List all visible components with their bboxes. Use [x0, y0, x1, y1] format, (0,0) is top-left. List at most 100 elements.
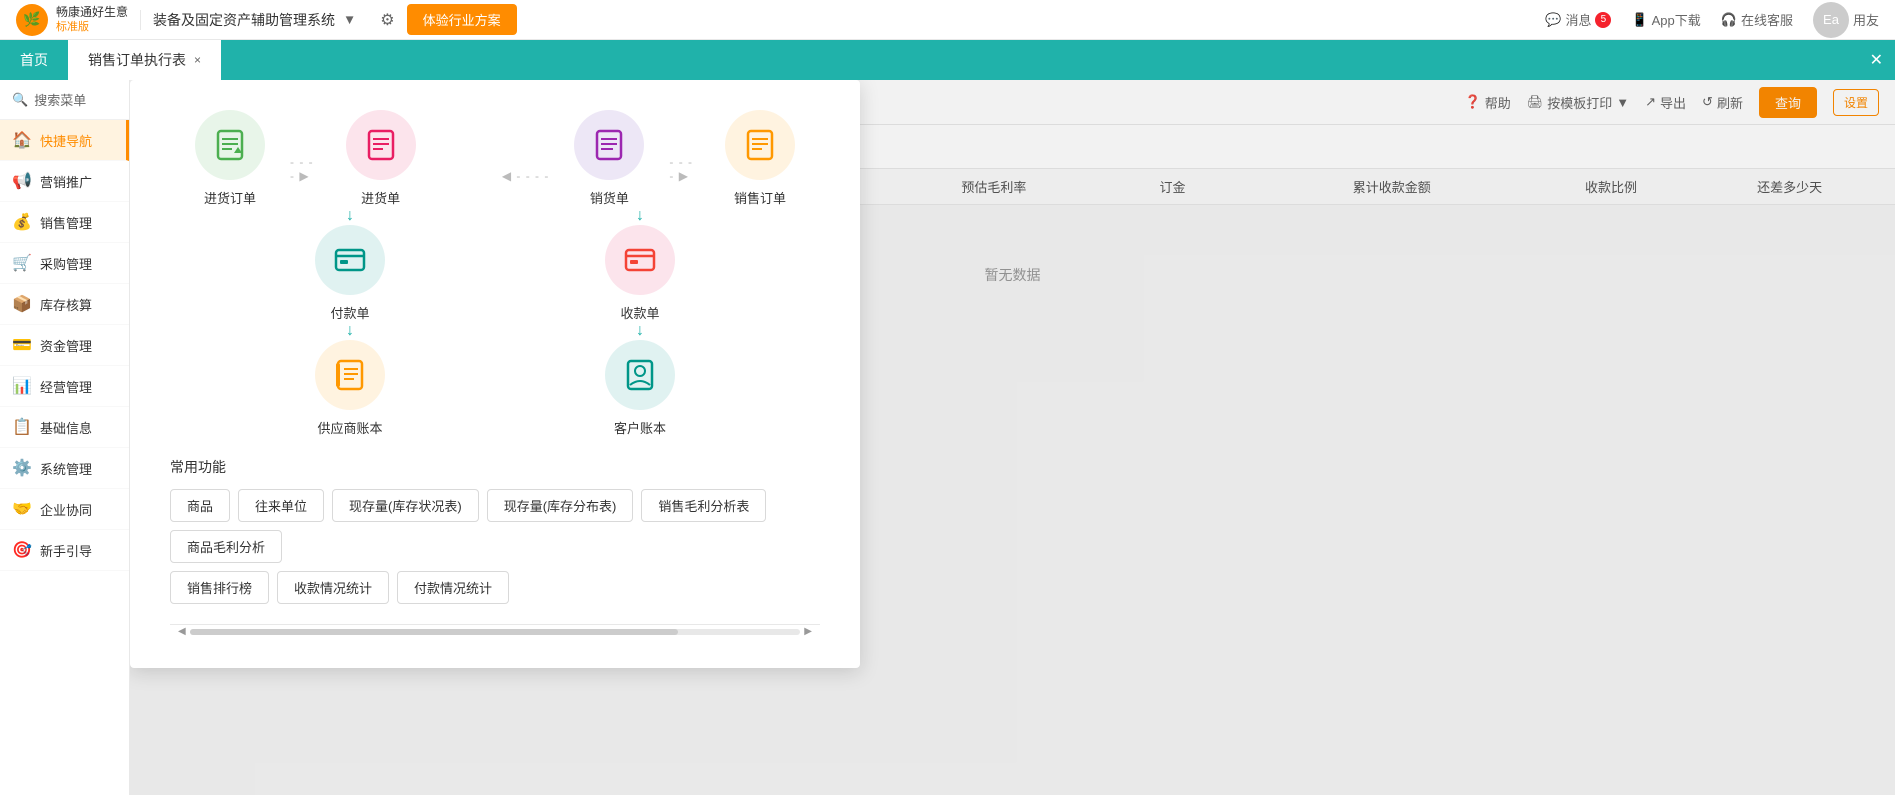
arrow-right-1: - - - - ▶ — [290, 155, 321, 207]
func-buttons-row2: 销售排行榜 收款情况统计 付款情况统计 — [170, 571, 820, 604]
search-menu-button[interactable]: 🔍 搜索菜单 — [0, 80, 129, 120]
try-industry-button[interactable]: 体验行业方案 — [407, 4, 517, 35]
sales-icon: 💰 — [12, 212, 32, 232]
avatar: Ea — [1813, 2, 1849, 38]
sales-order-icon — [725, 110, 795, 180]
arrow-down-sales: ↓ — [580, 207, 700, 225]
arrow-down-purchase: ↓ — [290, 207, 410, 225]
tab-close-button[interactable]: × — [194, 53, 201, 67]
sidebar-item-sales[interactable]: 💰 销售管理 — [0, 202, 129, 243]
app-download-button[interactable]: 📱 App下载 — [1631, 10, 1700, 29]
func-stock-dist-button[interactable]: 现存量(库存分布表) — [487, 489, 634, 522]
flow-node-customer-ledger[interactable]: 客户账本 — [580, 340, 700, 437]
tab-home[interactable]: 首页 — [0, 40, 68, 80]
top-header: 🌿 畅康通好生意 标准版 装备及固定资产辅助管理系统 ▼ ⚙ 体验行业方案 💬 … — [0, 0, 1895, 40]
customer-ledger-icon — [605, 340, 675, 410]
flow-row-1: 进货订单 - - - - ▶ 进货单 — [170, 110, 820, 207]
message-badge: 5 — [1595, 12, 1611, 28]
purchase-label: 进货单 — [361, 188, 400, 207]
sidebar-item-quick-nav[interactable]: 🏠 快捷导航 — [0, 120, 129, 161]
header-right: 💬 消息 5 📱 App下载 🎧 在线客服 Ea 用友 — [1545, 2, 1879, 38]
flow-node-sales-order[interactable]: 销售订单 — [700, 110, 820, 207]
purchase-order-icon — [195, 110, 265, 180]
sidebar-item-newbie[interactable]: 🎯 新手引导 — [0, 530, 129, 571]
scroll-thumb[interactable] — [190, 629, 678, 635]
flow-node-payment[interactable]: 付款单 — [290, 225, 410, 322]
home-icon: 🏠 — [12, 130, 32, 150]
tab-sales-order[interactable]: 销售订单执行表 × — [68, 40, 221, 80]
flow-node-receipt[interactable]: 收款单 — [580, 225, 700, 322]
func-goods-button[interactable]: 商品 — [170, 489, 230, 522]
search-icon: 🔍 — [12, 92, 28, 108]
arrow-down-receipt: ↓ — [580, 322, 700, 340]
func-stock-status-button[interactable]: 现存量(库存状况表) — [332, 489, 479, 522]
scroll-right-button[interactable]: ▶ — [800, 626, 816, 637]
arrow-left-1: ◀ - - - - — [502, 169, 550, 207]
tab-bar-right: ✕ — [1870, 40, 1895, 80]
flow-node-purchase[interactable]: 进货单 — [321, 110, 441, 207]
scroll-area: ◀ ▶ — [170, 624, 820, 638]
purchase-order-label: 进货订单 — [204, 188, 256, 207]
arrow-down-row: ↓ ↓ — [170, 207, 820, 225]
content-area: ❓ 帮助 🖨 按模板打印 ▼ ↗ 导出 ↺ 刷新 查询 设置 📅 — [130, 80, 1895, 795]
receipt-label: 收款单 — [620, 303, 659, 322]
phone-icon: 📱 — [1631, 12, 1647, 28]
finance-icon: 💳 — [12, 335, 32, 355]
marketing-icon: 📢 — [12, 171, 32, 191]
inventory-icon: 📦 — [12, 294, 32, 314]
logo-area: 🌿 畅康通好生意 标准版 — [16, 4, 128, 36]
logo-text: 畅康通好生意 标准版 — [56, 5, 128, 35]
logo-icon: 🌿 — [16, 4, 48, 36]
flow-row-3: 供应商账本 客户账本 — [170, 340, 820, 437]
system-icon: ⚙️ — [12, 458, 32, 478]
user-menu[interactable]: Ea 用友 — [1813, 2, 1879, 38]
func-counterpart-button[interactable]: 往来单位 — [238, 489, 324, 522]
sidebar-item-cooperation[interactable]: 🤝 企业协同 — [0, 489, 129, 530]
func-buttons-row1: 商品 往来单位 现存量(库存状况表) 现存量(库存分布表) 销售毛利分析表 商品… — [170, 489, 820, 563]
settings-button[interactable]: ⚙ — [380, 10, 394, 30]
main-layout: 🔍 搜索菜单 🏠 快捷导航 📢 营销推广 💰 销售管理 🛒 采购管理 📦 库存核… — [0, 80, 1895, 795]
scroll-track[interactable] — [190, 629, 801, 635]
func-sales-rank-button[interactable]: 销售排行榜 — [170, 571, 269, 604]
flow-node-sales[interactable]: 销货单 — [549, 110, 669, 207]
flow-node-supplier-ledger[interactable]: 供应商账本 — [290, 340, 410, 437]
window-close-button[interactable]: ✕ — [1870, 50, 1883, 70]
modal-overlay: 进货订单 - - - - ▶ 进货单 — [130, 80, 1895, 795]
system-dropdown-button[interactable]: ▼ — [343, 12, 356, 27]
common-functions: 常用功能 商品 往来单位 现存量(库存状况表) 现存量(库存分布表) 销售毛利分… — [170, 457, 820, 604]
sidebar-item-marketing[interactable]: 📢 营销推广 — [0, 161, 129, 202]
newbie-icon: 🎯 — [12, 540, 32, 560]
operations-icon: 📊 — [12, 376, 32, 396]
online-service-button[interactable]: 🎧 在线客服 — [1721, 10, 1793, 29]
purchase-icon: 🛒 — [12, 253, 32, 273]
func-goods-gross-button[interactable]: 商品毛利分析 — [170, 530, 282, 563]
payment-icon — [315, 225, 385, 295]
purchase-icon — [346, 110, 416, 180]
flow-row-2: 付款单 收款单 — [170, 225, 820, 322]
supplier-ledger-icon — [315, 340, 385, 410]
sales-label: 销货单 — [590, 188, 629, 207]
sidebar-item-operations[interactable]: 📊 经营管理 — [0, 366, 129, 407]
supplier-ledger-label: 供应商账本 — [317, 418, 382, 437]
func-receipt-stat-button[interactable]: 收款情况统计 — [277, 571, 389, 604]
scroll-left-button[interactable]: ◀ — [174, 626, 190, 637]
sidebar-item-basic-info[interactable]: 📋 基础信息 — [0, 407, 129, 448]
message-button[interactable]: 💬 消息 5 — [1545, 10, 1611, 29]
receipt-icon — [605, 225, 675, 295]
cooperation-icon: 🤝 — [12, 499, 32, 519]
arrow-down-payment: ↓ — [290, 322, 410, 340]
customer-ledger-label: 客户账本 — [614, 418, 666, 437]
sales-order-label: 销售订单 — [734, 188, 786, 207]
sidebar-item-purchase[interactable]: 🛒 采购管理 — [0, 243, 129, 284]
func-payment-stat-button[interactable]: 付款情况统计 — [397, 571, 509, 604]
modal-box: 进货订单 - - - - ▶ 进货单 — [130, 80, 860, 668]
basic-info-icon: 📋 — [12, 417, 32, 437]
headset-icon: 🎧 — [1721, 12, 1737, 28]
sidebar-item-system[interactable]: ⚙️ 系统管理 — [0, 448, 129, 489]
sidebar-item-finance[interactable]: 💳 资金管理 — [0, 325, 129, 366]
flow-node-purchase-order[interactable]: 进货订单 — [170, 110, 290, 207]
header-left: 🌿 畅康通好生意 标准版 装备及固定资产辅助管理系统 ▼ ⚙ 体验行业方案 — [16, 4, 517, 36]
system-title: 装备及固定资产辅助管理系统 ▼ — [140, 10, 368, 30]
sidebar-item-inventory[interactable]: 📦 库存核算 — [0, 284, 129, 325]
func-sales-gross-button[interactable]: 销售毛利分析表 — [641, 489, 766, 522]
